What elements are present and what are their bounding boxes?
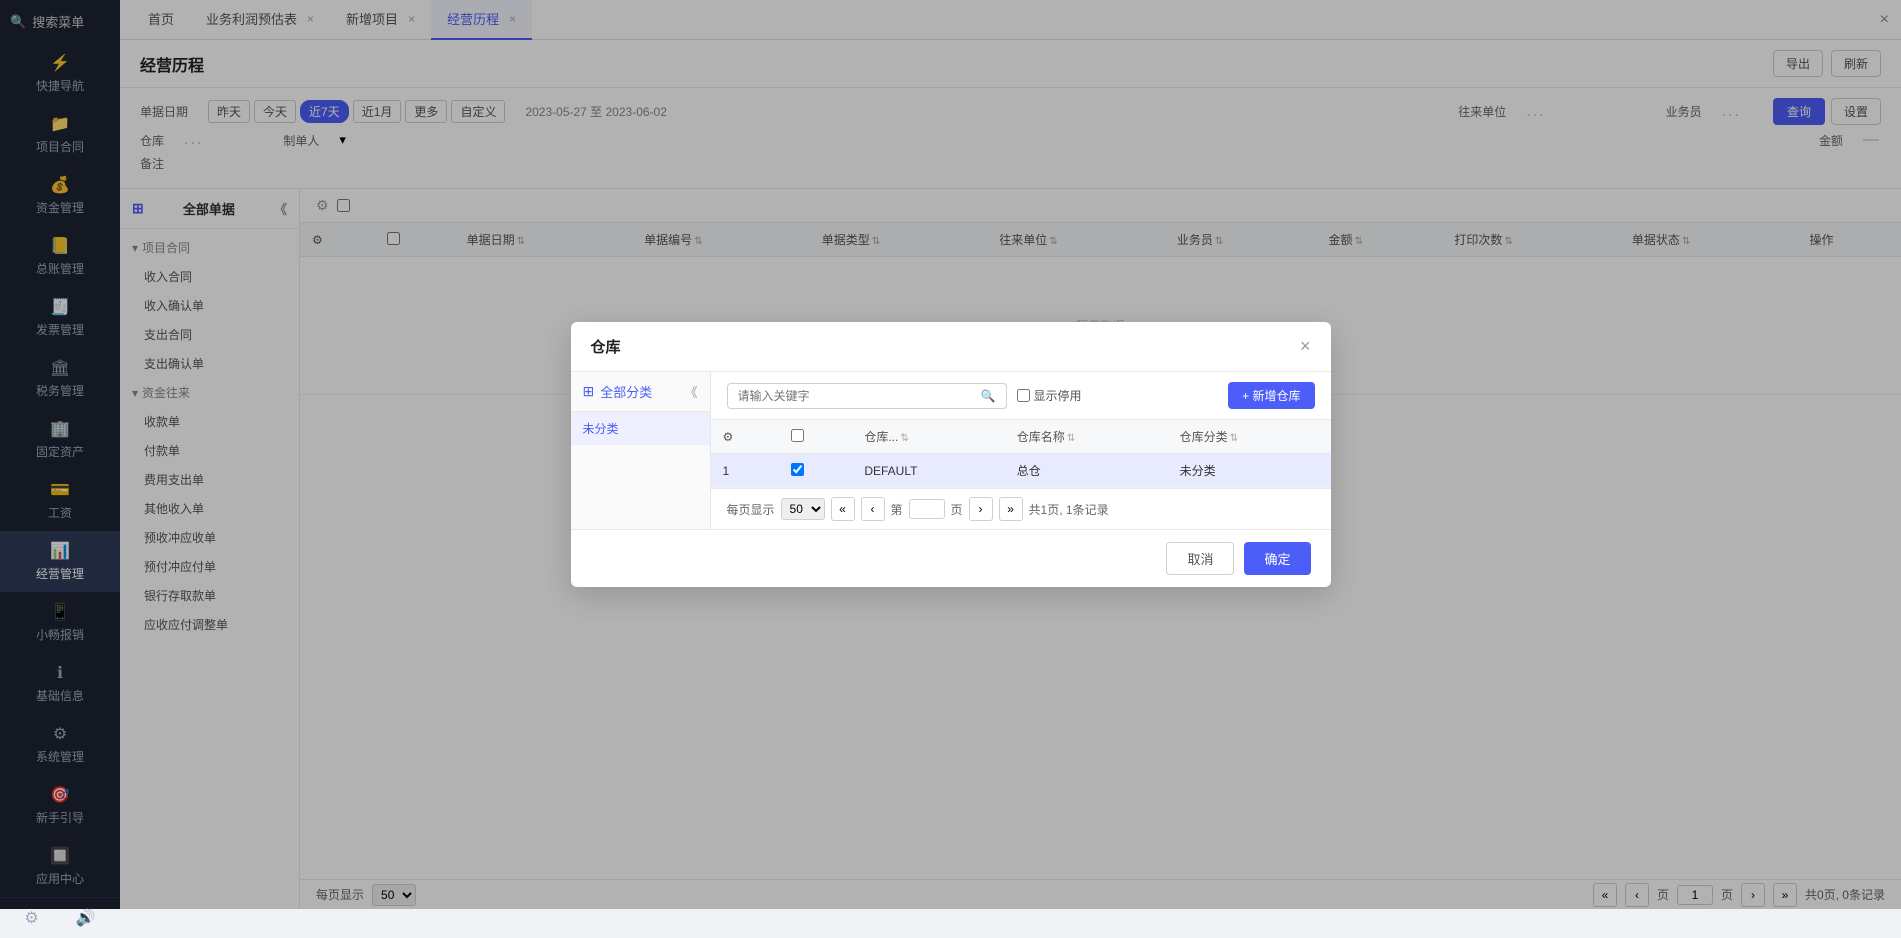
- show-disabled-checkbox[interactable]: [1017, 389, 1030, 402]
- show-disabled-label[interactable]: 显示停用: [1017, 387, 1082, 404]
- modal-table-container: ⚙ 仓库...⇅ 仓库名称⇅ 仓库分类⇅ 1 DEFAULT: [711, 420, 1331, 488]
- modal-left-collapse-btn[interactable]: 《: [684, 382, 697, 401]
- modal-actions: 取消 确定: [571, 529, 1331, 587]
- sound-icon[interactable]: 🔊: [76, 908, 96, 928]
- modal-th-name: 仓库名称⇅: [1005, 420, 1168, 454]
- modal-category-item-unclassified[interactable]: 未分类: [571, 412, 710, 445]
- modal-table: ⚙ 仓库...⇅ 仓库名称⇅ 仓库分类⇅ 1 DEFAULT: [711, 420, 1331, 488]
- confirm-button[interactable]: 确定: [1244, 542, 1310, 575]
- modal-row-category: 未分类: [1168, 454, 1331, 488]
- modal-body: ⊞ 全部分类 《 未分类 🔍 显示停用 + 新增仓库: [571, 372, 1331, 529]
- modal-search-icon[interactable]: 🔍: [981, 389, 996, 403]
- modal-row-name: 总仓: [1005, 454, 1168, 488]
- modal-left-header: ⊞ 全部分类 《: [571, 372, 710, 412]
- modal-right-panel: 🔍 显示停用 + 新增仓库 ⚙ 仓库...⇅: [711, 372, 1331, 529]
- warehouse-modal: 仓库 × ⊞ 全部分类 《 未分类 🔍: [571, 322, 1331, 587]
- category-grid-icon: ⊞: [583, 383, 595, 400]
- modal-last-page-btn[interactable]: »: [999, 497, 1023, 521]
- modal-page-label: 第: [891, 501, 903, 518]
- modal-close-button[interactable]: ×: [1300, 336, 1311, 357]
- modal-left-panel: ⊞ 全部分类 《 未分类: [571, 372, 711, 529]
- add-warehouse-button[interactable]: + 新增仓库: [1228, 382, 1314, 409]
- modal-th-gear: ⚙: [711, 420, 780, 454]
- settings-icon[interactable]: ⚙: [24, 908, 38, 928]
- modal-title: 仓库: [591, 336, 621, 357]
- modal-page-size-label: 每页显示: [727, 501, 775, 518]
- modal-table-header: ⚙ 仓库...⇅ 仓库名称⇅ 仓库分类⇅: [711, 420, 1331, 454]
- modal-table-row[interactable]: 1 DEFAULT 总仓 未分类: [711, 454, 1331, 488]
- modal-search-box[interactable]: 🔍: [727, 383, 1007, 409]
- modal-page-input[interactable]: 1: [909, 499, 945, 519]
- modal-row-checkbox[interactable]: [779, 454, 852, 488]
- modal-th-code: 仓库...⇅: [852, 420, 1004, 454]
- modal-first-page-btn[interactable]: «: [831, 497, 855, 521]
- modal-row-index: 1: [711, 454, 780, 488]
- modal-row-code: DEFAULT: [852, 454, 1004, 488]
- modal-prev-page-btn[interactable]: ‹: [861, 497, 885, 521]
- modal-header: 仓库 ×: [571, 322, 1331, 372]
- modal-select-all[interactable]: [791, 429, 804, 442]
- modal-th-category: 仓库分类⇅: [1168, 420, 1331, 454]
- modal-toolbar: 🔍 显示停用 + 新增仓库: [711, 372, 1331, 420]
- modal-page-size-select[interactable]: 50: [781, 498, 825, 520]
- show-disabled-text: 显示停用: [1034, 387, 1082, 404]
- cancel-button[interactable]: 取消: [1166, 542, 1234, 575]
- modal-th-checkbox: [779, 420, 852, 454]
- modal-pagination: 每页显示 50 « ‹ 第 1 页 › » 共1页, 1条记录: [711, 488, 1331, 529]
- modal-search-input[interactable]: [738, 389, 975, 403]
- modal-overlay: 仓库 × ⊞ 全部分类 《 未分类 🔍: [0, 0, 1901, 909]
- modal-page-of-label: 页: [951, 501, 963, 518]
- modal-total-label: 共1页, 1条记录: [1029, 501, 1109, 518]
- modal-next-page-btn[interactable]: ›: [969, 497, 993, 521]
- modal-category-label: 全部分类: [600, 382, 652, 401]
